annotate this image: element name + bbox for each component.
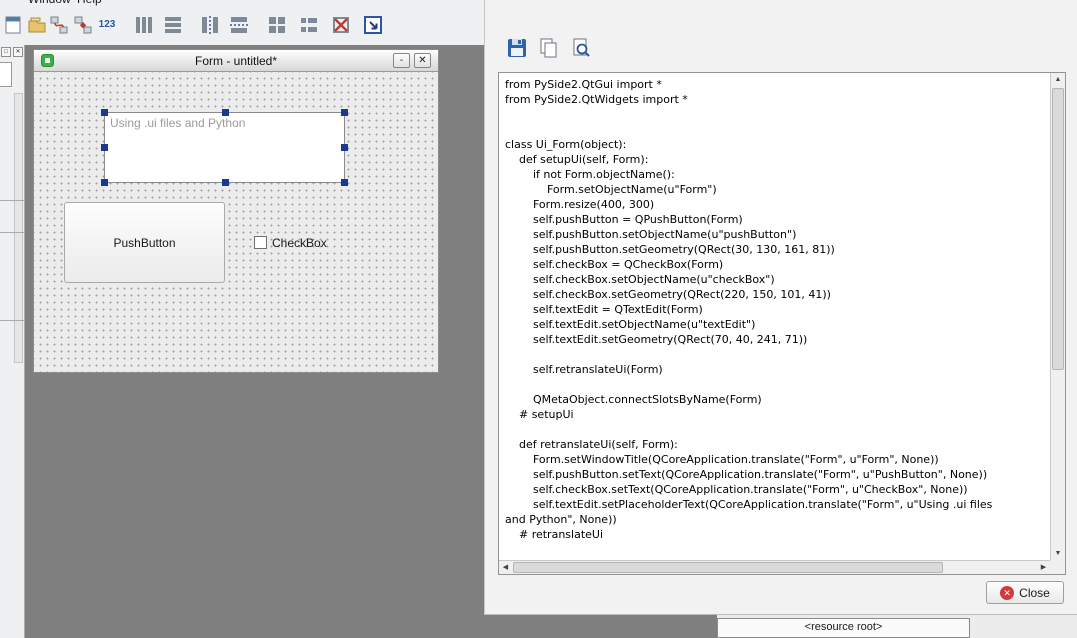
close-window-button[interactable]: ✕ [414,53,431,68]
break-layout-icon[interactable] [330,14,352,36]
resource-root-item[interactable]: <resource root> [717,618,970,638]
checkbox-label: CheckBox [272,236,327,250]
dock-divider [0,200,24,201]
scroll-down-arrow[interactable]: ▼ [1051,547,1065,560]
code-editor: from PySide2.QtGui import * from PySide2… [498,72,1066,575]
dock-divider [0,320,24,321]
scroll-left-arrow[interactable]: ◀ [499,561,512,574]
checkbox-indicator[interactable] [254,236,267,249]
vertical-scrollbar[interactable]: ▲ ▼ [1050,73,1065,560]
left-dock-panel: □ ✕ [0,45,25,638]
vertical-scroll-thumb[interactable] [1052,88,1064,370]
form-window-titlebar[interactable]: Form - untitled* - ✕ [34,50,438,72]
selection-handle-n[interactable] [222,109,229,116]
form-window-title: Form - untitled* [34,54,438,68]
selection-handle-w[interactable] [101,144,108,151]
tab-order-glyph: 123 [96,14,118,36]
dock-close-button[interactable]: ✕ [13,47,23,57]
code-preview-dialog: from PySide2.QtGui import * from PySide2… [484,0,1077,615]
tab-order-icon[interactable]: 123 [96,14,118,36]
qt-designer-app: Window Help 123 [0,0,1077,638]
dock-scrollbar[interactable] [14,93,23,363]
layout-horizontal-icon[interactable] [133,14,155,36]
code-text[interactable]: from PySide2.QtGui import * from PySide2… [499,73,1050,560]
close-circle-icon: ✕ [1000,586,1014,600]
textedit-placeholder: Using .ui files and Python [105,113,344,133]
selection-handle-e[interactable] [341,144,348,151]
pushbutton-widget[interactable]: PushButton [64,202,225,283]
selection-handle-nw[interactable] [101,109,108,116]
checkbox-widget[interactable]: CheckBox [254,222,355,263]
selection-handle-se[interactable] [341,179,348,186]
layout-splitter-vertical-icon[interactable] [228,14,250,36]
horizontal-scrollbar[interactable]: ◀ ▶ [499,560,1050,574]
find-icon[interactable] [570,37,592,59]
dock-divider [0,232,24,233]
scroll-up-arrow[interactable]: ▲ [1051,73,1065,86]
layout-form-icon[interactable] [298,14,320,36]
scroll-right-arrow[interactable]: ▶ [1037,561,1050,574]
layout-vertical-icon[interactable] [162,14,184,36]
adjust-size-icon[interactable] [362,14,384,36]
new-form-icon[interactable] [2,14,24,36]
open-form-icon[interactable] [26,14,48,36]
dock-filter-input[interactable] [0,62,12,87]
save-icon[interactable] [506,37,528,59]
edit-signals-icon[interactable] [48,14,70,36]
form-canvas[interactable]: Using .ui files and Python PushButton Ch… [34,72,438,372]
menu-item-help[interactable]: Help [77,0,102,6]
selection-handle-ne[interactable] [341,109,348,116]
copy-icon[interactable] [538,37,560,59]
textedit-widget[interactable]: Using .ui files and Python [104,112,345,183]
layout-grid-icon[interactable] [266,14,288,36]
menu-item-window[interactable]: Window [28,0,71,6]
main-toolbar: 123 [0,9,484,45]
dock-float-button[interactable]: □ [1,47,11,57]
form-window: Form - untitled* - ✕ Using .ui files and… [33,49,439,373]
close-dialog-button[interactable]: ✕ Close [986,581,1064,604]
scrollbar-corner [1050,560,1065,574]
edit-buddies-icon[interactable] [72,14,94,36]
close-button-label: Close [1019,586,1050,600]
selection-handle-sw[interactable] [101,179,108,186]
layout-splitter-horizontal-icon[interactable] [199,14,221,36]
pushbutton-label: PushButton [113,236,175,250]
minimize-button[interactable]: - [393,53,410,68]
selection-handle-s[interactable] [222,179,229,186]
horizontal-scroll-thumb[interactable] [513,562,943,573]
